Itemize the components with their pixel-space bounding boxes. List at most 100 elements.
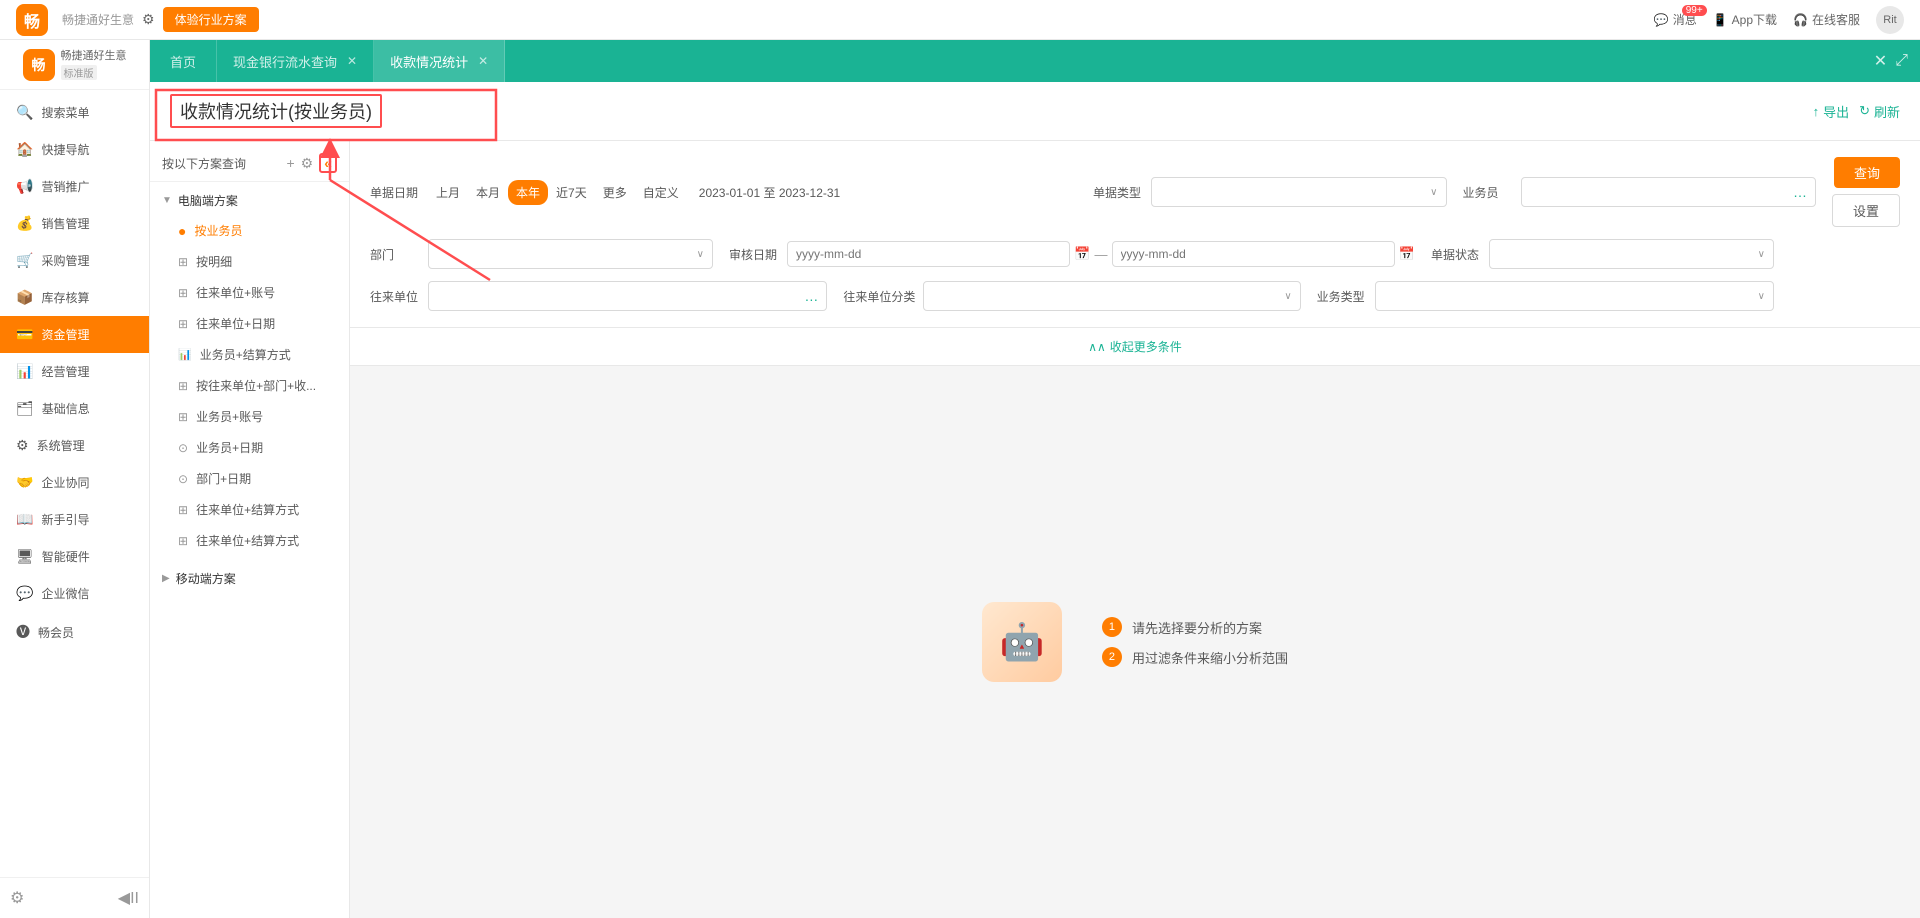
salesperson-more-dots[interactable]: … <box>1793 184 1807 200</box>
sidebar-item-system[interactable]: ⚙ 系统管理 <box>0 427 149 464</box>
online-service-button[interactable]: 🎧 在线客服 <box>1793 11 1860 28</box>
sidebar: 畅 畅捷通好生意 标准版 🔍 搜索菜单 🏠 快捷导航 📢 营销推广 💰 销售管理 <box>0 40 150 918</box>
page-header: 收款情况统计(按业务员) ↑ 导出 ↻ 刷新 <box>150 82 1920 141</box>
empty-state: 🤖 1 请先选择要分析的方案 2 用过滤条件来缩小分析范围 <box>350 366 1920 918</box>
scheme-item-by-salesperson[interactable]: ● 按业务员 <box>150 215 349 246</box>
sidebar-item-member[interactable]: 🅥 畅会员 <box>0 612 149 652</box>
filter-item-docstatus: 单据状态 ∨ <box>1431 239 1774 269</box>
export-button[interactable]: ↑ 导出 <box>1813 102 1850 121</box>
purchase-icon: 🛒 <box>16 252 33 269</box>
sidebar-settings-icon[interactable]: ⚙ <box>10 888 24 908</box>
scheme-item-salesperson-account[interactable]: ⊞ 业务员+账号 <box>150 401 349 432</box>
settings-button[interactable]: 设置 <box>1832 194 1900 227</box>
filter-item-doctype: 单据类型 ∨ <box>1093 177 1447 207</box>
doctype-label: 单据类型 <box>1093 184 1143 201</box>
scheme-group-mobile-header[interactable]: ▶ 移动端方案 <box>150 564 349 593</box>
app-download-button[interactable]: 📱 App下载 <box>1713 11 1777 28</box>
salesperson-label: 业务员 <box>1463 184 1513 201</box>
scheme-item-salesperson-date[interactable]: ⊙ 业务员+日期 <box>150 432 349 463</box>
sidebar-collapse-icon[interactable]: ◀II <box>118 888 139 908</box>
scheme-item-unit-account[interactable]: ⊞ 往来单位+账号 <box>150 277 349 308</box>
tab-bank-close[interactable]: ✕ <box>347 54 357 68</box>
filter-area: 单据日期 上月 本月 本年 近7天 更多 自定义 2023-01-01 <box>350 141 1920 328</box>
sidebar-item-label: 资金管理 <box>41 326 89 343</box>
partner-category-arrow: ∨ <box>1284 291 1291 302</box>
scheme-item-unit-dept-collect[interactable]: ⊞ 按往来单位+部门+收... <box>150 370 349 401</box>
biztype-select[interactable]: ∨ <box>1375 281 1774 311</box>
scheme-group-desktop-header[interactable]: ▼ 电脑端方案 <box>150 186 349 215</box>
sidebar-item-inventory[interactable]: 📦 库存核算 <box>0 279 149 316</box>
step-1-text: 请先选择要分析的方案 <box>1132 618 1262 637</box>
topbar-gear-icon[interactable]: ⚙ <box>142 11 155 28</box>
filter-row-3: 往来单位 … 往来单位分类 ∨ <box>370 281 1900 311</box>
sidebar-item-label: 销售管理 <box>41 215 89 232</box>
partner-select[interactable]: … <box>428 281 827 311</box>
sidebar-footer: ⚙ ◀II <box>0 877 149 918</box>
scheme-item-unit-settle2[interactable]: ⊞ 往来单位+结算方式 <box>150 525 349 556</box>
date-prev-month[interactable]: 上月 <box>428 180 468 205</box>
sidebar-item-hardware[interactable]: 🖥 智能硬件 <box>0 538 149 575</box>
sidebar-item-finance[interactable]: 💳 资金管理 <box>0 316 149 353</box>
partner-more-dots[interactable]: … <box>804 288 818 304</box>
scheme-item-label: 往来单位+日期 <box>196 315 275 332</box>
sidebar-item-guide[interactable]: 📖 新手引导 <box>0 501 149 538</box>
empty-steps: 1 请先选择要分析的方案 2 用过滤条件来缩小分析范围 <box>1102 617 1288 667</box>
scheme-item-label: 业务员+日期 <box>196 439 263 456</box>
sidebar-item-basic[interactable]: 🗂 基础信息 <box>0 390 149 427</box>
message-count: 99+ <box>1682 5 1707 16</box>
doctype-select[interactable]: ∨ <box>1151 177 1447 207</box>
scheme-item-unit-settle1[interactable]: ⊞ 往来单位+结算方式 <box>150 494 349 525</box>
collapse-bar[interactable]: ∧∧ 收起更多条件 <box>350 328 1920 366</box>
date-this-month[interactable]: 本月 <box>468 180 508 205</box>
tab-bank[interactable]: 现金银行流水查询 ✕ <box>217 40 374 82</box>
partner-category-select[interactable]: ∨ <box>923 281 1300 311</box>
query-button[interactable]: 查询 <box>1834 157 1900 188</box>
scheme-item-dept-date[interactable]: ⊙ 部门+日期 <box>150 463 349 494</box>
scheme-add-icon[interactable]: + <box>286 155 294 171</box>
calendar-from-icon: 📅 <box>1074 246 1090 262</box>
dept-select[interactable]: ∨ <box>428 239 713 269</box>
scheme-item-by-detail[interactable]: ⊞ 按明细 <box>150 246 349 277</box>
reviewdate-to-input[interactable] <box>1112 241 1395 267</box>
sidebar-item-sales[interactable]: 💰 销售管理 <box>0 205 149 242</box>
sidebar-item-search[interactable]: 🔍 搜索菜单 <box>0 94 149 131</box>
search-icon: 🔍 <box>16 104 33 121</box>
dept-label: 部门 <box>370 246 420 263</box>
tab-receivable-close[interactable]: ✕ <box>478 54 488 68</box>
sidebar-item-wechat[interactable]: 💬 企业微信 <box>0 575 149 612</box>
sidebar-logo-text: 畅捷通好生意 <box>61 49 127 63</box>
sidebar-item-company[interactable]: 🤝 企业协同 <box>0 464 149 501</box>
tab-close-window[interactable]: ✕ <box>1874 51 1887 71</box>
filter-row-1: 单据日期 上月 本月 本年 近7天 更多 自定义 2023-01-01 <box>370 157 1900 227</box>
tab-receivable[interactable]: 收款情况统计 ✕ <box>374 40 505 82</box>
dept-date-icon: ⊙ <box>178 472 188 486</box>
date-this-year[interactable]: 本年 <box>508 180 548 205</box>
detail-icon: ⊞ <box>178 255 188 269</box>
scheme-collapse-icon[interactable]: « <box>319 153 337 173</box>
trial-button[interactable]: 体验行业方案 <box>163 7 259 32</box>
date-custom[interactable]: 自定义 <box>635 180 687 205</box>
sidebar-logo-icon: 畅 <box>23 49 55 81</box>
tab-home[interactable]: 首页 <box>150 40 217 82</box>
empty-step-2: 2 用过滤条件来缩小分析范围 <box>1102 647 1288 667</box>
date-last7[interactable]: 近7天 <box>548 180 595 205</box>
salesperson-select[interactable]: … <box>1521 177 1817 207</box>
date-more[interactable]: 更多 <box>595 180 635 205</box>
sidebar-item-quicknav[interactable]: 🏠 快捷导航 <box>0 131 149 168</box>
top-bar: 畅 畅捷通好生意 ⚙ 体验行业方案 💬 消息 99+ 📱 App下载 🎧 在线客… <box>0 0 1920 40</box>
sidebar-item-operation[interactable]: 📊 经营管理 <box>0 353 149 390</box>
refresh-button[interactable]: ↻ 刷新 <box>1859 102 1900 121</box>
scheme-item-unit-date[interactable]: ⊞ 往来单位+日期 <box>150 308 349 339</box>
message-button[interactable]: 💬 消息 99+ <box>1654 11 1697 28</box>
date-to-value: 2023-12-31 <box>779 186 840 200</box>
scheme-group-mobile-arrow: ▶ <box>162 573 170 584</box>
user-avatar[interactable]: Rit <box>1876 6 1904 34</box>
tab-maximize[interactable]: ⤢ <box>1895 52 1908 70</box>
scheme-settings-icon[interactable]: ⚙ <box>301 155 314 172</box>
sidebar-item-marketing[interactable]: 📢 营销推广 <box>0 168 149 205</box>
reviewdate-from-input[interactable] <box>787 241 1070 267</box>
sidebar-item-purchase[interactable]: 🛒 采购管理 <box>0 242 149 279</box>
sidebar-item-label: 采购管理 <box>41 252 89 269</box>
docstatus-select[interactable]: ∨ <box>1489 239 1774 269</box>
scheme-item-salesperson-settle[interactable]: 📊 业务员+结算方式 <box>150 339 349 370</box>
